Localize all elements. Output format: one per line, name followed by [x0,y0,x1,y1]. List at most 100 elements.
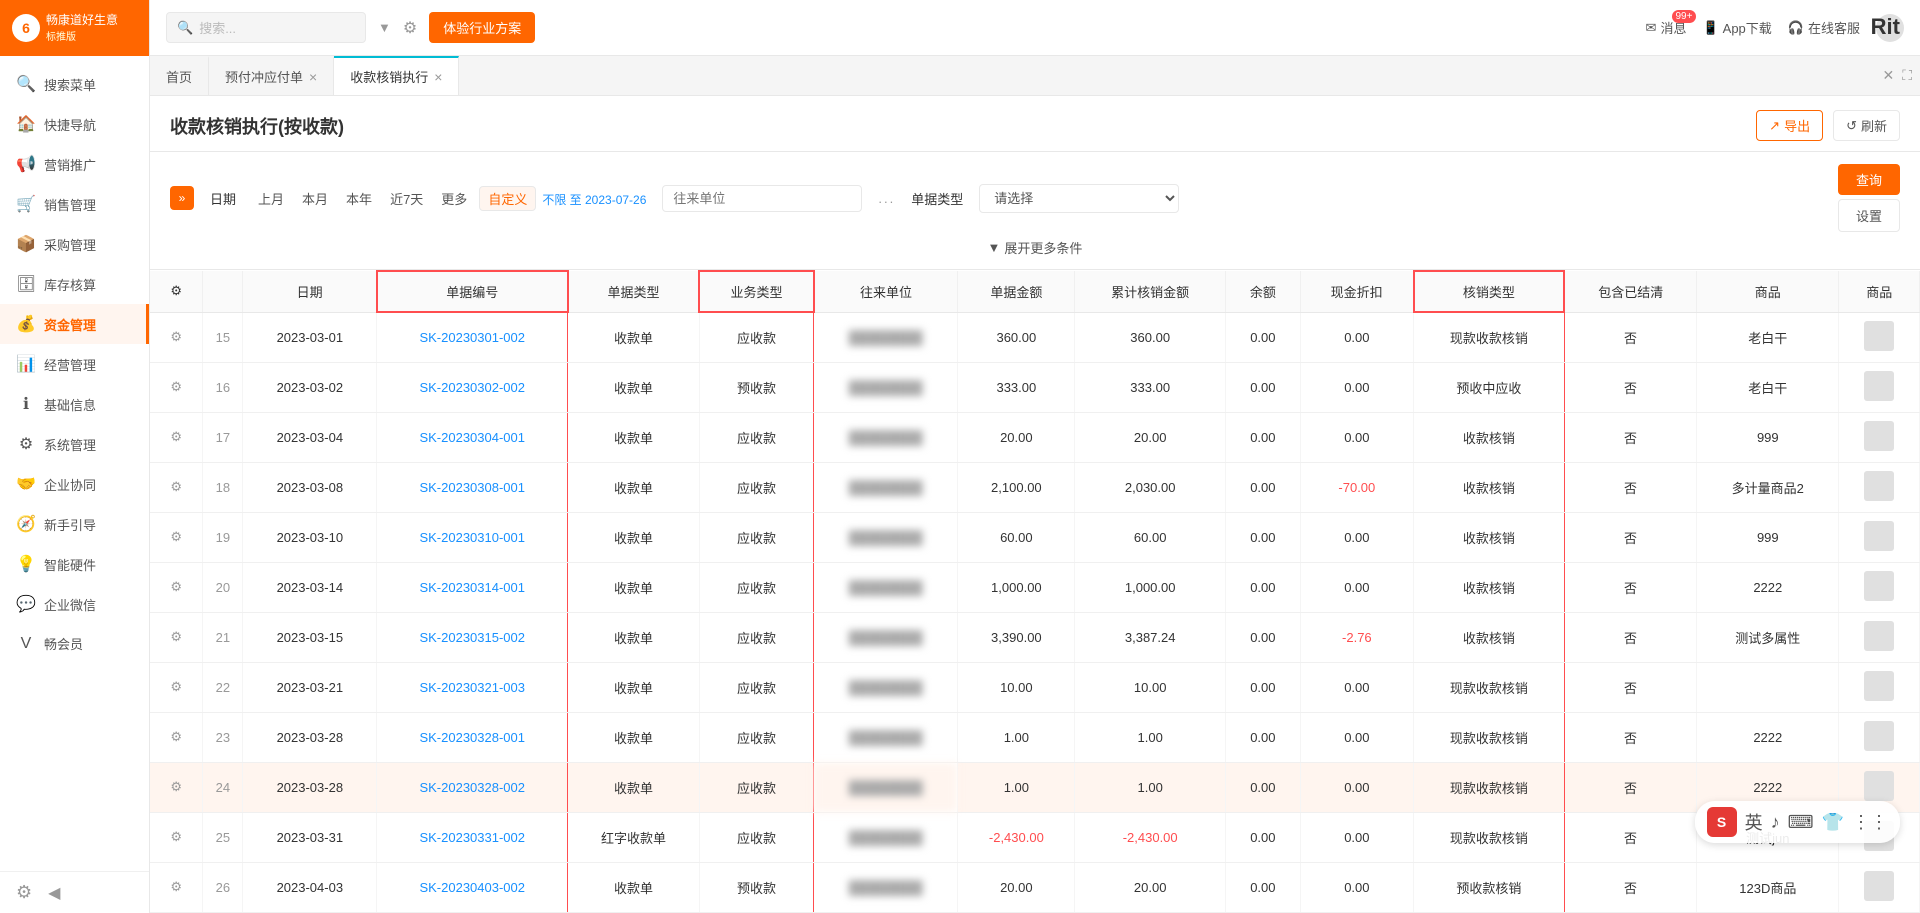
row-settings[interactable]: ⚙ [150,662,203,712]
inventory-icon: 🗄 [16,274,36,294]
solution-button[interactable]: 体验行业方案 [429,12,535,43]
bill-no-link[interactable]: SK-20230403-002 [419,880,525,895]
row-settings-icon[interactable]: ⚙ [170,529,182,544]
sidebar-item-wechat[interactable]: 💬 企业微信 [0,584,149,624]
app-download-button[interactable]: 📱 App下载 [1702,18,1771,37]
sidebar-item-inventory[interactable]: 🗄 库存核算 [0,264,149,304]
row-settings-icon[interactable]: ⚙ [170,679,182,694]
sidebar-item-guide[interactable]: 🧭 新手引导 [0,504,149,544]
sidebar-item-purchase[interactable]: 📦 采购管理 [0,224,149,264]
voice-icon[interactable]: ♪ [1771,812,1780,833]
sidebar-item-marketing[interactable]: 📢 营销推广 [0,144,149,184]
bill-no-link[interactable]: SK-20230302-002 [419,380,525,395]
topbar-gear-icon[interactable]: ⚙ [403,18,417,38]
row-settings[interactable]: ⚙ [150,812,203,862]
row-settings[interactable]: ⚙ [150,562,203,612]
col-header-balance: 余额 [1226,271,1301,312]
custom-date-btn[interactable]: 自定义 [479,186,536,211]
row-settings-icon[interactable]: ⚙ [170,429,182,444]
this-year-btn[interactable]: 本年 [340,187,378,210]
sidebar-item-enterprise[interactable]: 🤝 企业协同 [0,464,149,504]
bill-type-select[interactable]: 请选择 [979,184,1179,213]
message-button[interactable]: ✉ 消息 99+ [1646,18,1687,37]
row-settings-icon[interactable]: ⚙ [170,779,182,794]
sidebar-item-quick-nav[interactable]: 🏠 快捷导航 [0,104,149,144]
translate-icon[interactable]: 英 [1745,809,1763,835]
row-settings[interactable]: ⚙ [150,462,203,512]
receivable-tab-close[interactable]: × [309,69,317,85]
row-settings-icon[interactable]: ⚙ [170,379,182,394]
col-header-settings[interactable]: ⚙ [150,271,203,312]
sidebar-item-member[interactable]: V 畅会员 [0,624,149,663]
row-bill-amount: 360.00 [958,312,1075,362]
row-bill-amount: 60.00 [958,512,1075,562]
sidebar-item-system[interactable]: ⚙ 系统管理 [0,424,149,464]
bill-no-link[interactable]: SK-20230328-001 [419,730,525,745]
bill-no-link[interactable]: SK-20230314-001 [419,580,525,595]
row-settings[interactable]: ⚙ [150,412,203,462]
sidebar-item-finance[interactable]: 💰 资金管理 [0,304,149,344]
row-bill-no: SK-20230314-001 [377,562,568,612]
search-icon: 🔍 [16,74,36,94]
row-settings[interactable]: ⚙ [150,612,203,662]
sidebar-item-basic[interactable]: ℹ 基础信息 [0,384,149,424]
sidebar-settings-icon[interactable]: ⚙ [16,882,32,903]
bill-no-link[interactable]: SK-20230304-001 [419,430,525,445]
grid-icon[interactable]: ⋮⋮ [1852,812,1888,833]
sidebar-item-search[interactable]: 🔍 搜索菜单 [0,64,149,104]
row-settings-icon[interactable]: ⚙ [170,479,182,494]
online-service-button[interactable]: 🎧 在线客服 [1788,18,1860,37]
row-settings-icon[interactable]: ⚙ [170,579,182,594]
partner-input[interactable] [662,185,862,212]
this-month-btn[interactable]: 本月 [296,187,334,210]
bill-no-link[interactable]: SK-20230331-002 [419,830,525,845]
row-settings[interactable]: ⚙ [150,862,203,912]
refresh-button[interactable]: ↺ 刷新 [1833,110,1900,141]
shirt-icon[interactable]: 👕 [1822,812,1844,833]
table-row: ⚙ 26 2023-04-03 SK-20230403-002 收款单 预收款 … [150,862,1920,912]
table-row: ⚙ 20 2023-03-14 SK-20230314-001 收款单 应收款 … [150,562,1920,612]
keyboard-icon[interactable]: ⌨ [1788,812,1814,833]
last-7-days-btn[interactable]: 近7天 [384,187,429,210]
query-button[interactable]: 查询 [1838,164,1900,195]
row-writeoff-type: 收款核销 [1414,562,1565,612]
row-settings[interactable]: ⚙ [150,362,203,412]
topbar-dropdown-arrow[interactable]: ▼ [378,20,391,35]
row-settings-icon[interactable]: ⚙ [170,629,182,644]
close-all-tabs-icon[interactable]: ✕ [1882,67,1894,84]
export-button[interactable]: ↗ 导出 [1756,110,1823,141]
row-settings-icon[interactable]: ⚙ [170,329,182,344]
sidebar-item-sales[interactable]: 🛒 销售管理 [0,184,149,224]
brand-s-icon[interactable]: S [1707,807,1737,837]
tab-receivable[interactable]: 预付冲应付单 × [209,56,334,95]
row-settings[interactable]: ⚙ [150,712,203,762]
tab-home[interactable]: 首页 [150,56,209,95]
expand-more-btn[interactable]: ▼ 展开更多条件 [988,238,1083,257]
bill-no-link[interactable]: SK-20230315-002 [419,630,525,645]
maximize-icon[interactable]: ⛶ [1902,67,1912,84]
row-settings[interactable]: ⚙ [150,312,203,362]
bill-no-link[interactable]: SK-20230328-002 [419,780,525,795]
bill-no-link[interactable]: SK-20230310-001 [419,530,525,545]
bill-no-link[interactable]: SK-20230321-003 [419,680,525,695]
product-image [1864,371,1894,401]
topbar-search-box[interactable]: 🔍 搜索... [166,12,366,43]
last-month-btn[interactable]: 上月 [252,187,290,210]
bill-no-link[interactable]: SK-20230301-002 [419,330,525,345]
row-settings[interactable]: ⚙ [150,762,203,812]
bill-no-link[interactable]: SK-20230308-001 [419,480,525,495]
row-settings-icon[interactable]: ⚙ [170,829,182,844]
more-date-btn[interactable]: 更多 [435,187,473,210]
filter-expand-button[interactable]: » [170,186,194,210]
row-settings-icon[interactable]: ⚙ [170,729,182,744]
settings-button[interactable]: 设置 [1838,199,1900,232]
sidebar-item-operations[interactable]: 📊 经营管理 [0,344,149,384]
sidebar-collapse-icon[interactable]: ◀ [48,883,60,903]
row-partner: ████████ [814,362,958,412]
tab-writeoff[interactable]: 收款核销执行 × [334,56,459,95]
row-settings-icon[interactable]: ⚙ [170,879,182,894]
sidebar-item-hardware[interactable]: 💡 智能硬件 [0,544,149,584]
writeoff-tab-close[interactable]: × [434,69,442,85]
product-image [1864,471,1894,501]
row-settings[interactable]: ⚙ [150,512,203,562]
